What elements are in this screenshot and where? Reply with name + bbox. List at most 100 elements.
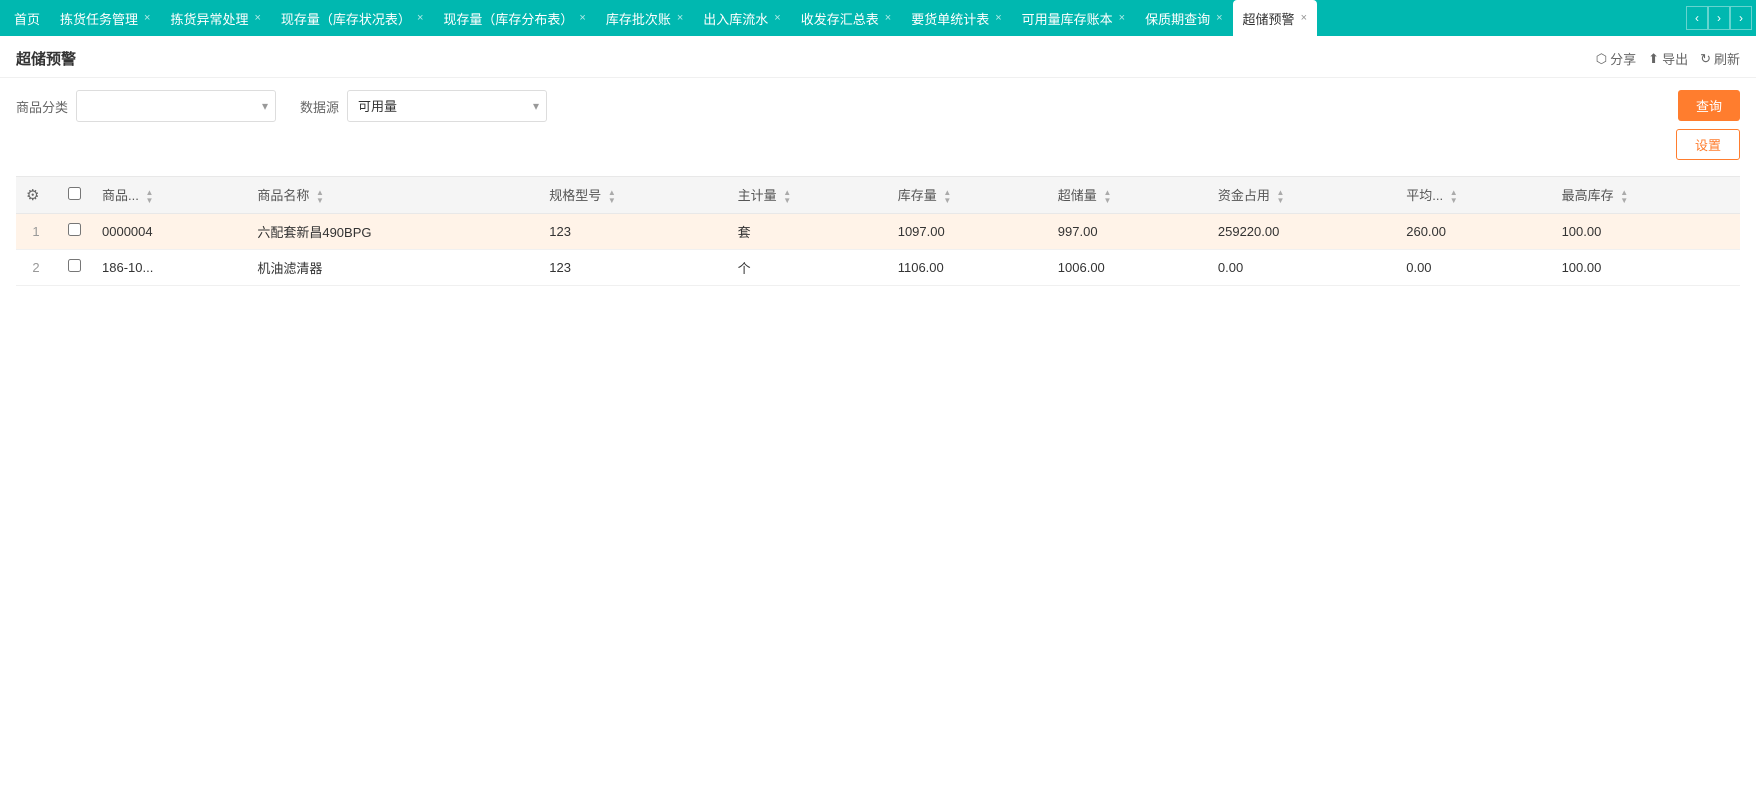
row-avg: 260.00 xyxy=(1396,213,1551,249)
page-wrapper: 超储预警 ⬡ 分享 ⬆ 导出 ↻ 刷新 商品分类 ▾ xyxy=(0,36,1756,800)
datasource-select-wrapper: 可用量 ▾ xyxy=(347,90,547,122)
nav-prev-button[interactable]: ‹ xyxy=(1686,6,1708,30)
row-product-code: 0000004 xyxy=(92,213,247,249)
sort-icon: ▲▼ xyxy=(943,189,951,205)
settings-button[interactable]: 设置 xyxy=(1676,129,1740,160)
row-overflow: 1006.00 xyxy=(1048,249,1208,285)
nav-item-quality-query[interactable]: 保质期查询 × xyxy=(1135,0,1232,36)
sort-icon: ▲▼ xyxy=(1277,189,1285,205)
close-icon[interactable]: × xyxy=(417,12,423,24)
close-icon[interactable]: × xyxy=(254,12,260,24)
query-button[interactable]: 查询 xyxy=(1678,90,1740,121)
refresh-button[interactable]: ↻ 刷新 xyxy=(1700,49,1740,68)
sort-icon: ▲▼ xyxy=(783,189,791,205)
nav-item-stock-dist[interactable]: 现存量（库存分布表） × xyxy=(433,0,595,36)
col-header-checkbox xyxy=(56,177,92,214)
table-container: ⚙ 商品... ▲▼ 商品名称 ▲▼ 规格型号 ▲▼ xyxy=(0,176,1756,286)
share-button[interactable]: ⬡ 分享 xyxy=(1596,49,1636,68)
filter-row: 商品分类 ▾ 数据源 可用量 ▾ 查询 设置 xyxy=(0,78,1756,172)
datasource-select[interactable]: 可用量 xyxy=(347,90,547,122)
row-spec: 123 xyxy=(539,249,727,285)
sort-icon: ▲▼ xyxy=(608,189,616,205)
filter-actions: 查询 设置 xyxy=(1676,90,1740,160)
row-checkbox-cell xyxy=(56,249,92,285)
share-icon: ⬡ xyxy=(1596,51,1607,67)
nav-more-button[interactable]: › xyxy=(1730,6,1752,30)
close-icon[interactable]: × xyxy=(677,12,683,24)
nav-item-pick-task[interactable]: 拣货任务管理 × xyxy=(50,0,160,36)
row-unit: 套 xyxy=(728,213,888,249)
table-row: 2 186-10... 机油滤清器 123 个 1106.00 1006.00 … xyxy=(16,249,1740,285)
col-header-capital[interactable]: 资金占用 ▲▼ xyxy=(1208,177,1396,214)
close-icon[interactable]: × xyxy=(885,12,891,24)
close-icon[interactable]: × xyxy=(1216,12,1222,24)
nav-next-button[interactable]: › xyxy=(1708,6,1730,30)
row-avg: 0.00 xyxy=(1396,249,1551,285)
page-header: 超储预警 ⬡ 分享 ⬆ 导出 ↻ 刷新 xyxy=(0,36,1756,78)
sort-icon: ▲▼ xyxy=(1450,189,1458,205)
nav-item-avail-stock[interactable]: 可用量库存账本 × xyxy=(1012,0,1135,36)
top-navigation: 首页 拣货任务管理 × 拣货异常处理 × 现存量（库存状况表） × 现存量（库存… xyxy=(0,0,1756,36)
table-row: 1 0000004 六配套新昌490BPG 123 套 1097.00 997.… xyxy=(16,213,1740,249)
col-header-max-stock[interactable]: 最高库存 ▲▼ xyxy=(1552,177,1740,214)
category-filter: 商品分类 ▾ xyxy=(16,90,276,122)
col-header-stock[interactable]: 库存量 ▲▼ xyxy=(888,177,1048,214)
nav-arrows: ‹ › › xyxy=(1686,6,1752,30)
datasource-label: 数据源 xyxy=(300,97,339,116)
close-icon[interactable]: × xyxy=(1301,12,1307,24)
nav-item-stock-status[interactable]: 现存量（库存状况表） × xyxy=(271,0,433,36)
category-label: 商品分类 xyxy=(16,97,68,116)
close-icon[interactable]: × xyxy=(774,12,780,24)
category-select-wrapper: ▾ xyxy=(76,90,276,122)
row-index: 1 xyxy=(16,213,56,249)
sort-icon: ▲▼ xyxy=(1103,189,1111,205)
row-overflow: 997.00 xyxy=(1048,213,1208,249)
select-all-checkbox[interactable] xyxy=(68,187,81,200)
col-header-spec[interactable]: 规格型号 ▲▼ xyxy=(539,177,727,214)
row-product-name: 六配套新昌490BPG xyxy=(247,213,539,249)
export-button[interactable]: ⬆ 导出 xyxy=(1648,49,1688,68)
nav-item-order-stats[interactable]: 要货单统计表 × xyxy=(901,0,1011,36)
close-icon[interactable]: × xyxy=(579,12,585,24)
row-product-name: 机油滤清器 xyxy=(247,249,539,285)
nav-item-pick-exception[interactable]: 拣货异常处理 × xyxy=(160,0,270,36)
sort-icon: ▲▼ xyxy=(145,189,153,205)
row-stock: 1097.00 xyxy=(888,213,1048,249)
row-spec: 123 xyxy=(539,213,727,249)
sort-icon: ▲▼ xyxy=(316,189,324,205)
row-checkbox[interactable] xyxy=(68,259,81,272)
table-body: 1 0000004 六配套新昌490BPG 123 套 1097.00 997.… xyxy=(16,213,1740,285)
nav-item-batch[interactable]: 库存批次账 × xyxy=(596,0,693,36)
nav-item-home[interactable]: 首页 xyxy=(4,0,50,36)
settings-icon[interactable]: ⚙ xyxy=(26,187,39,204)
col-header-unit[interactable]: 主计量 ▲▼ xyxy=(728,177,888,214)
row-product-code: 186-10... xyxy=(92,249,247,285)
nav-item-recv-send[interactable]: 收发存汇总表 × xyxy=(791,0,901,36)
col-header-product-code[interactable]: 商品... ▲▼ xyxy=(92,177,247,214)
row-unit: 个 xyxy=(728,249,888,285)
row-checkbox[interactable] xyxy=(68,223,81,236)
row-stock: 1106.00 xyxy=(888,249,1048,285)
nav-item-overstock[interactable]: 超储预警 × xyxy=(1233,0,1317,36)
datasource-filter: 数据源 可用量 ▾ xyxy=(300,90,547,122)
col-header-settings: ⚙ xyxy=(16,177,56,214)
refresh-icon: ↻ xyxy=(1700,51,1711,67)
col-header-product-name[interactable]: 商品名称 ▲▼ xyxy=(247,177,539,214)
page-title: 超储预警 xyxy=(16,48,76,69)
row-capital: 0.00 xyxy=(1208,249,1396,285)
col-header-avg[interactable]: 平均... ▲▼ xyxy=(1396,177,1551,214)
header-actions: ⬡ 分享 ⬆ 导出 ↻ 刷新 xyxy=(1596,49,1740,68)
row-capital: 259220.00 xyxy=(1208,213,1396,249)
close-icon[interactable]: × xyxy=(995,12,1001,24)
nav-item-inout-flow[interactable]: 出入库流水 × xyxy=(693,0,790,36)
category-select[interactable] xyxy=(76,90,276,122)
sort-icon: ▲▼ xyxy=(1620,189,1628,205)
col-header-overflow[interactable]: 超储量 ▲▼ xyxy=(1048,177,1208,214)
table-header-row: ⚙ 商品... ▲▼ 商品名称 ▲▼ 规格型号 ▲▼ xyxy=(16,177,1740,214)
export-icon: ⬆ xyxy=(1648,51,1659,67)
row-max-stock: 100.00 xyxy=(1552,213,1740,249)
close-icon[interactable]: × xyxy=(1119,12,1125,24)
row-checkbox-cell xyxy=(56,213,92,249)
row-index: 2 xyxy=(16,249,56,285)
close-icon[interactable]: × xyxy=(144,12,150,24)
